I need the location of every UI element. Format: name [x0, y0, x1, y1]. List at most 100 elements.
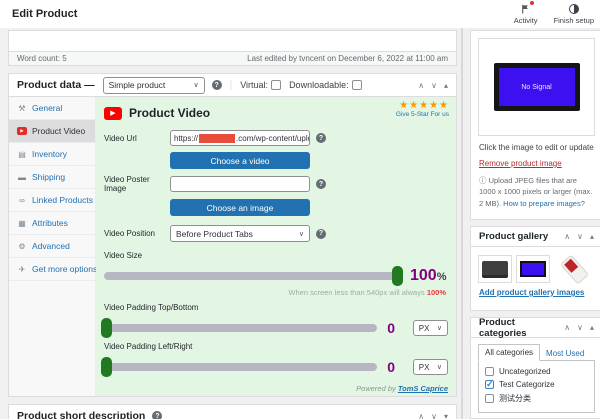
toggle-button[interactable]: ▴: [444, 81, 448, 90]
poster-image-row: Video Poster Image ?: [104, 175, 448, 193]
choose-image-button[interactable]: Choose an image: [170, 199, 310, 216]
product-gallery-panel: Product gallery ∧ ∨ ▴ Add product galler…: [470, 226, 600, 311]
chevron-down-icon: ∨: [436, 364, 442, 371]
wrench-icon: ⚒: [18, 103, 26, 113]
size-note: When screen less than 540px will always …: [288, 288, 446, 297]
help-icon[interactable]: ?: [316, 228, 326, 239]
rocket-icon: ✈: [18, 264, 26, 274]
padding-tb-slider-row: 0 PX ∨: [101, 318, 448, 338]
padding-lr-slider-row: 0 PX ∨: [101, 357, 448, 377]
inventory-icon: ▤: [18, 149, 26, 159]
video-position-select[interactable]: Before Product Tabs ∨: [170, 225, 310, 242]
padding-tb-label: Video Padding Top/Bottom: [104, 303, 199, 312]
video-url-input[interactable]: https:// .com/wp-content/uploads/2: [170, 130, 310, 146]
choose-video-button[interactable]: Choose a video: [170, 152, 310, 169]
category-checkbox[interactable]: [485, 367, 494, 376]
product-data-header: Product data — Simple product ∨ ? | Virt…: [9, 74, 456, 97]
poster-image-input[interactable]: [170, 176, 310, 192]
slider-handle[interactable]: [392, 266, 403, 286]
youtube-play-icon: ▶: [104, 106, 122, 120]
chevron-down-icon: ∨: [298, 230, 304, 238]
padding-lr-value: 0: [387, 359, 396, 375]
link-icon: ∞: [19, 195, 25, 205]
video-play-icon: ▶: [17, 127, 27, 135]
add-gallery-images-link[interactable]: Add product gallery images: [479, 288, 594, 297]
tab-product-video[interactable]: ▶ Product Video: [9, 120, 95, 143]
padding-tb-slider[interactable]: [101, 318, 378, 338]
category-chinese: 测试分类: [485, 393, 588, 404]
prepare-images-link[interactable]: How to prepare images?: [503, 199, 585, 208]
toggle-button[interactable]: ▴: [590, 323, 594, 332]
move-up-button[interactable]: ∧: [418, 412, 424, 419]
tab-general[interactable]: ⚒ General: [9, 97, 95, 120]
help-icon[interactable]: ?: [316, 133, 326, 143]
redacted-domain: [199, 133, 236, 143]
move-down-button[interactable]: ∨: [577, 232, 583, 241]
virtual-option: Virtual:: [240, 80, 282, 90]
product-video-panel: ▶ Product Video ★★★★★ Give 5-Star For us…: [96, 97, 456, 396]
product-image-panel: No Signal Click the image to edit or upd…: [470, 30, 600, 220]
slider-handle[interactable]: [101, 357, 112, 377]
tab-linked-products[interactable]: ∞ Linked Products: [9, 189, 95, 212]
page-title: Edit Product: [12, 8, 78, 20]
finish-setup-button[interactable]: Finish setup: [554, 2, 594, 25]
video-size-label: Video Size: [104, 251, 143, 260]
product-image[interactable]: No Signal: [478, 38, 595, 136]
help-icon[interactable]: ?: [152, 411, 163, 419]
box-controls: ∧ ∨ ▴: [564, 232, 594, 241]
padding-tb-value: 0: [387, 320, 396, 336]
product-categories-panel: Product categories ∧ ∨ ▴ All categories …: [470, 317, 600, 419]
move-up-button[interactable]: ∧: [564, 323, 570, 332]
chevron-down-icon: ∨: [436, 325, 442, 332]
gallery-thumbnails: [478, 254, 595, 284]
tab-inventory[interactable]: ▤ Inventory: [9, 143, 95, 166]
move-up-button[interactable]: ∧: [418, 81, 424, 90]
move-down-button[interactable]: ∨: [431, 81, 437, 90]
tab-shipping[interactable]: ▬ Shipping: [9, 166, 95, 189]
downloadable-checkbox[interactable]: [351, 80, 362, 90]
tab-advanced[interactable]: ⚙ Advanced: [9, 235, 95, 258]
move-down-button[interactable]: ∨: [431, 412, 437, 419]
editor-content-area[interactable]: [9, 31, 456, 51]
vertical-scrollbar[interactable]: [461, 28, 463, 419]
gallery-thumb-monitor[interactable]: [478, 255, 512, 283]
box-controls: ∧ ∨ ▾: [418, 412, 448, 419]
padding-lr-slider[interactable]: [101, 357, 378, 377]
category-uncategorized: Uncategorized: [485, 367, 588, 376]
toggle-button[interactable]: ▾: [444, 412, 448, 419]
rate-link[interactable]: ★★★★★ Give 5-Star For us: [396, 101, 449, 119]
virtual-checkbox[interactable]: [271, 80, 282, 90]
remove-product-image-link[interactable]: Remove product image: [479, 159, 594, 168]
topbar: Edit Product Activity Finish setup: [0, 0, 600, 28]
toggle-button[interactable]: ▴: [590, 232, 594, 241]
padding-tb-unit-select[interactable]: PX ∨: [412, 320, 448, 336]
video-size-slider-row: 100%: [104, 266, 448, 286]
padding-lr-unit-select[interactable]: PX ∨: [412, 359, 448, 375]
tab-attributes[interactable]: ▦ Attributes: [9, 212, 95, 235]
move-down-button[interactable]: ∨: [577, 323, 583, 332]
move-up-button[interactable]: ∧: [564, 232, 570, 241]
gallery-thumb-phone[interactable]: [553, 254, 595, 284]
last-edited: Last edited by tvncent on December 6, 20…: [247, 54, 448, 63]
tab-all-categories[interactable]: All categories: [478, 344, 541, 361]
help-icon[interactable]: ?: [211, 80, 222, 90]
topbar-actions: Activity Finish setup: [514, 1, 594, 25]
product-data-tabs: ⚒ General ▶ Product Video ▤ Inventory ▬ …: [9, 97, 97, 396]
video-size-value: 100%: [410, 266, 447, 284]
help-icon[interactable]: ?: [316, 179, 326, 189]
tab-get-more-options[interactable]: ✈ Get more options: [9, 258, 97, 281]
box-controls: ∧ ∨ ▴: [564, 323, 594, 332]
gallery-thumb-tv[interactable]: [515, 255, 550, 283]
video-size-slider[interactable]: [104, 266, 403, 286]
tab-most-used[interactable]: Most Used: [540, 346, 590, 361]
categories-tabs: All categories Most Used: [478, 344, 595, 361]
toms-caprice-link[interactable]: TomS Caprice: [398, 384, 448, 393]
activity-button[interactable]: Activity: [514, 1, 538, 25]
category-checkbox[interactable]: [485, 379, 494, 390]
grid-icon: ▦: [18, 218, 26, 228]
categories-list: Uncategorized Test Categorize 测试分类: [478, 360, 595, 413]
slider-handle[interactable]: [101, 318, 112, 338]
product-type-select[interactable]: Simple product ∨: [102, 76, 205, 94]
word-count: Word count: 5: [17, 54, 67, 63]
category-checkbox[interactable]: [485, 394, 494, 403]
